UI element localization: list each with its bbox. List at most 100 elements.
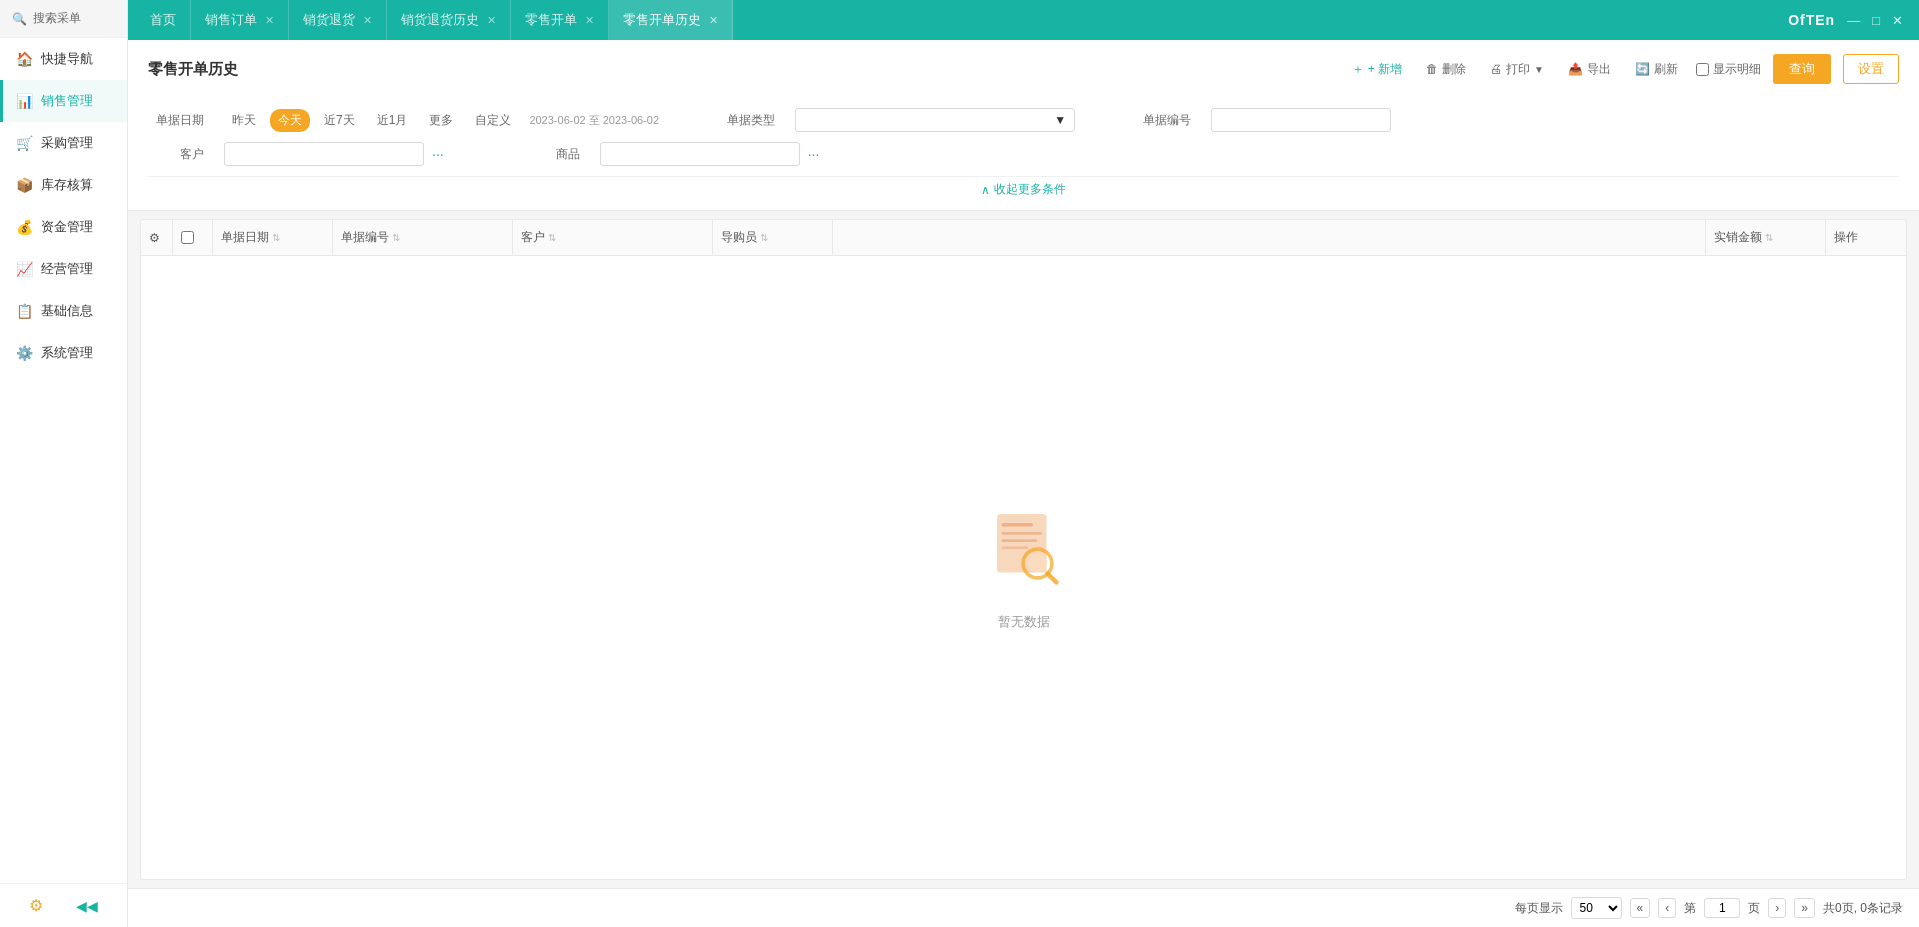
tab-sales-return-history-label: 销货退货历史 (401, 11, 479, 29)
date-btn-more[interactable]: 更多 (421, 109, 461, 132)
sidebar-item-label: 快捷导航 (41, 50, 93, 68)
refresh-button[interactable]: 🔄 刷新 (1629, 57, 1684, 82)
select-all-checkbox[interactable] (181, 231, 194, 244)
th-customer[interactable]: 客户 ⇅ (513, 220, 713, 255)
tab-sales-return-history[interactable]: 销货退货历史 ✕ (387, 0, 511, 40)
th-checkbox (173, 220, 213, 255)
refresh-label: 刷新 (1654, 61, 1678, 78)
trending-icon: 📈 (15, 261, 33, 277)
th-guide[interactable]: 导购员 ⇅ (713, 220, 833, 255)
sidebar-item-quick-nav[interactable]: 🏠 快捷导航 (0, 38, 127, 80)
print-button[interactable]: 🖨 打印 ▼ (1484, 57, 1550, 82)
customer-input[interactable] (224, 142, 424, 166)
th-date-label: 单据日期 (221, 229, 269, 246)
tab-sales-return-close[interactable]: ✕ (363, 14, 372, 27)
type-filter-label: 单据类型 (719, 112, 775, 129)
chart-icon: 📊 (15, 93, 33, 109)
type-select[interactable]: ▼ (795, 108, 1075, 132)
goods-dots[interactable]: ··· (808, 146, 820, 162)
collapse-icon: ∧ (981, 183, 990, 197)
customer-dots[interactable]: ··· (432, 146, 444, 162)
last-page-btn[interactable]: » (1794, 898, 1815, 918)
sidebar-item-inventory[interactable]: 📦 库存核算 (0, 164, 127, 206)
trash-icon: 🗑 (1426, 62, 1438, 76)
sidebar-search[interactable]: 🔍 搜索采单 (0, 0, 127, 38)
first-page-btn[interactable]: « (1630, 898, 1651, 918)
th-guide-label: 导购员 (721, 229, 757, 246)
th-date[interactable]: 单据日期 ⇅ (213, 220, 333, 255)
date-btn-today[interactable]: 今天 (270, 109, 310, 132)
next-page-btn[interactable]: › (1768, 898, 1786, 918)
sidebar-item-operation[interactable]: 📈 经营管理 (0, 248, 127, 290)
goods-input[interactable] (600, 142, 800, 166)
add-button[interactable]: ＋ + 新增 (1346, 57, 1408, 82)
date-filter-label: 单据日期 (148, 112, 204, 129)
page-prefix-label: 第 (1684, 900, 1696, 917)
customer-filter-label: 客户 (148, 146, 204, 163)
tab-sales-return-history-close[interactable]: ✕ (487, 14, 496, 27)
minimize-btn[interactable]: — (1847, 13, 1860, 28)
tab-bar-right: OfTEn — □ ✕ (1788, 12, 1911, 28)
page-title-row: 零售开单历史 ＋ + 新增 🗑 删除 🖨 打印 ▼ (148, 54, 1899, 84)
tab-home[interactable]: 首页 (136, 0, 191, 40)
maximize-btn[interactable]: □ (1872, 13, 1880, 28)
tab-retail-open-history[interactable]: 零售开单历史 ✕ (609, 0, 733, 40)
display-cols-checkbox[interactable] (1696, 63, 1709, 76)
table-settings-icon[interactable]: ⚙ (149, 231, 160, 245)
query-button[interactable]: 查询 (1773, 54, 1831, 84)
per-page-select[interactable]: 50 10 20 100 (1571, 897, 1622, 919)
sidebar-item-sys-mgmt[interactable]: ⚙️ 系统管理 (0, 332, 127, 374)
sidebar-item-basic-info[interactable]: 📋 基础信息 (0, 290, 127, 332)
setting-button[interactable]: 设置 (1843, 54, 1899, 84)
filter-area: 单据日期 昨天 今天 近7天 近1月 更多 自定义 2023-06-02 至 2… (148, 96, 1899, 210)
date-btn-7days[interactable]: 近7天 (316, 109, 363, 132)
sort-guide-icon: ⇅ (760, 232, 768, 243)
tab-sales-order-label: 销售订单 (205, 11, 257, 29)
display-cols-toggle[interactable]: 显示明细 (1696, 61, 1761, 78)
order-no-label: 单据编号 (1135, 112, 1191, 129)
collapse-filter-bar[interactable]: ∧ 收起更多条件 (148, 176, 1899, 202)
tab-sales-order[interactable]: 销售订单 ✕ (191, 0, 289, 40)
export-label: 导出 (1587, 61, 1611, 78)
sidebar-item-label: 库存核算 (41, 176, 93, 194)
th-order-no[interactable]: 单据编号 ⇅ (333, 220, 513, 255)
toolbar: ＋ + 新增 🗑 删除 🖨 打印 ▼ 📤 导出 (1346, 54, 1899, 84)
tab-retail-open-label: 零售开单 (525, 11, 577, 29)
sidebar-search-label: 搜索采单 (33, 10, 81, 27)
svg-rect-3 (1001, 539, 1037, 542)
date-btn-yesterday[interactable]: 昨天 (224, 109, 264, 132)
sidebar-item-label: 销售管理 (41, 92, 93, 110)
tab-retail-open-history-close[interactable]: ✕ (709, 14, 718, 27)
th-action: 操作 (1826, 220, 1906, 255)
box-icon: 📦 (15, 177, 33, 193)
th-amount[interactable]: 实销金额 ⇅ (1706, 220, 1826, 255)
tab-retail-open-close[interactable]: ✕ (585, 14, 594, 27)
export-button[interactable]: 📤 导出 (1562, 57, 1617, 82)
sidebar-item-finance[interactable]: 💰 资金管理 (0, 206, 127, 248)
sidebar-item-purchase-mgmt[interactable]: 🛒 采购管理 (0, 122, 127, 164)
tab-sales-return[interactable]: 销货退货 ✕ (289, 0, 387, 40)
tab-sales-order-close[interactable]: ✕ (265, 14, 274, 27)
sidebar-item-sales-mgmt[interactable]: 📊 销售管理 (0, 80, 127, 122)
date-btn-1month[interactable]: 近1月 (369, 109, 416, 132)
sort-order-no-icon: ⇅ (392, 232, 400, 243)
sort-customer-icon: ⇅ (548, 232, 556, 243)
sidebar-item-label: 资金管理 (41, 218, 93, 236)
collapse-sidebar-btn[interactable]: ◀◀ (76, 898, 98, 914)
type-dropdown-icon: ▼ (1054, 113, 1066, 127)
delete-button[interactable]: 🗑 删除 (1420, 57, 1472, 82)
date-btn-custom[interactable]: 自定义 (467, 109, 519, 132)
sort-amount-icon: ⇅ (1765, 232, 1773, 243)
goods-input-wrap: ··· (600, 142, 820, 166)
page-title: 零售开单历史 (148, 60, 238, 79)
th-settings[interactable]: ⚙ (141, 220, 173, 255)
close-window-btn[interactable]: ✕ (1892, 13, 1903, 28)
money-icon: 💰 (15, 219, 33, 235)
tab-retail-open[interactable]: 零售开单 ✕ (511, 0, 609, 40)
settings-icon-btn[interactable]: ⚙ (29, 896, 43, 915)
prev-page-btn[interactable]: ‹ (1658, 898, 1676, 918)
refresh-icon: 🔄 (1635, 62, 1650, 76)
th-action-label: 操作 (1834, 229, 1858, 246)
order-no-input[interactable] (1211, 108, 1391, 132)
page-input[interactable] (1704, 898, 1740, 918)
